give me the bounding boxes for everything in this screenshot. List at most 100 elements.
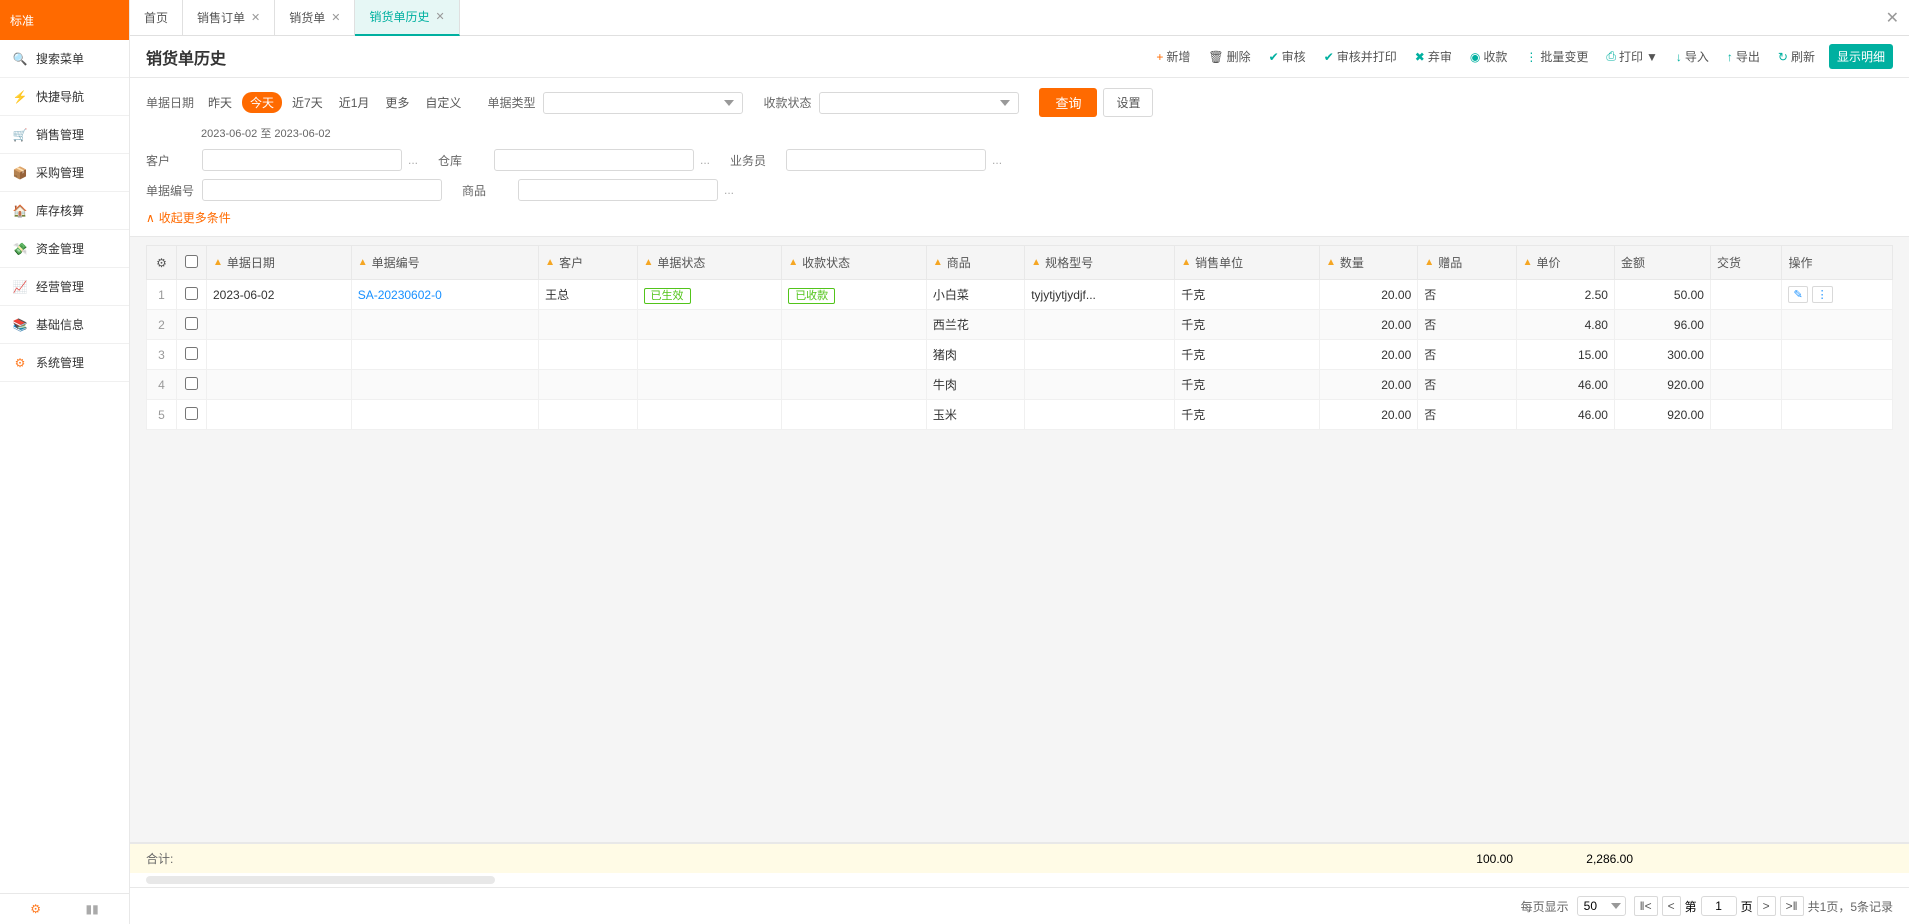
salesperson-dots[interactable]: ... [992, 153, 1002, 167]
cell-sales-unit: 千克 [1175, 370, 1320, 400]
row-checkbox[interactable] [185, 317, 198, 330]
cell-check[interactable] [177, 370, 207, 400]
customer-input[interactable] [202, 149, 402, 171]
cell-bill-no[interactable] [351, 400, 538, 430]
close-all-tabs-button[interactable]: ✕ [1886, 8, 1899, 28]
bill-no-input[interactable] [202, 179, 442, 201]
revoke-audit-button[interactable]: ✖ 弃审 [1411, 46, 1456, 67]
warehouse-dots[interactable]: ... [700, 153, 710, 167]
sidebar-item-sys-mgmt[interactable]: ⚙ 系统管理 [0, 344, 129, 382]
date-btn-more[interactable]: 更多 [379, 92, 415, 113]
batch-change-button[interactable]: ⋮ 批量变更 [1521, 46, 1592, 67]
sidebar-item-purchase-mgmt[interactable]: 📦 采购管理 [0, 154, 129, 192]
th-quantity[interactable]: ▲数量 [1319, 246, 1417, 280]
total-quantity: 100.00 [1453, 852, 1513, 866]
row-checkbox[interactable] [185, 347, 198, 360]
delete-button[interactable]: 🗑 删除 [1204, 46, 1254, 67]
row-checkbox[interactable] [185, 377, 198, 390]
cell-check[interactable] [177, 310, 207, 340]
cell-bill-no[interactable]: SA-20230602-0 [351, 280, 538, 310]
set-button[interactable]: 设置 [1103, 88, 1153, 117]
th-sales-unit[interactable]: ▲销售单位 [1175, 246, 1320, 280]
per-page-select[interactable]: 50 100 [1577, 896, 1626, 916]
export-button[interactable]: ↑ 导出 [1723, 46, 1764, 67]
cell-bill-no[interactable] [351, 340, 538, 370]
first-page-button[interactable]: ‖< [1634, 896, 1658, 916]
bill-no-link[interactable]: SA-20230602-0 [358, 288, 442, 302]
date-btn-7days[interactable]: 近7天 [286, 92, 329, 113]
customer-dots[interactable]: ... [408, 153, 418, 167]
th-customer[interactable]: ▲客户 [539, 246, 637, 280]
date-btn-1month[interactable]: 近1月 [333, 92, 376, 113]
sidebar-item-finance[interactable]: 💸 资金管理 [0, 230, 129, 268]
cell-bill-no[interactable] [351, 370, 538, 400]
cell-price: 4.80 [1516, 310, 1614, 340]
cell-product: 小白菜 [926, 280, 1024, 310]
sidebar-item-sales-mgmt[interactable]: 🛒 销售管理 [0, 116, 129, 154]
product-dots[interactable]: ... [724, 183, 734, 197]
tab-history[interactable]: 销货单历史 ✕ [355, 0, 459, 36]
tab-delivery[interactable]: 销货单 ✕ [275, 0, 355, 36]
th-spec[interactable]: ▲规格型号 [1025, 246, 1175, 280]
cell-bill-no[interactable] [351, 310, 538, 340]
sidebar-item-ops-mgmt[interactable]: 📈 经营管理 [0, 268, 129, 306]
collection-status-select[interactable] [819, 92, 1019, 114]
collection-status-badge: 已收款 [788, 288, 835, 304]
date-btn-custom[interactable]: 自定义 [419, 92, 467, 113]
refresh-button[interactable]: ↻ 刷新 [1774, 46, 1819, 67]
product-input[interactable] [518, 179, 718, 201]
scrollbar-thumb[interactable] [146, 876, 495, 884]
th-price[interactable]: ▲单价 [1516, 246, 1614, 280]
th-date[interactable]: ▲单据日期 [207, 246, 352, 280]
th-gift[interactable]: ▲赠品 [1418, 246, 1516, 280]
close-sales-order-icon[interactable]: ✕ [251, 11, 260, 24]
audit-print-button[interactable]: ✔ 审核并打印 [1320, 46, 1401, 67]
select-all-checkbox[interactable] [185, 255, 198, 268]
cell-check[interactable] [177, 400, 207, 430]
th-collection-status[interactable]: ▲收款状态 [782, 246, 927, 280]
import-button[interactable]: ↓ 导入 [1672, 46, 1713, 67]
collect-button[interactable]: ◉ 收款 [1466, 46, 1512, 67]
th-gear[interactable]: ⚙ [147, 246, 177, 280]
sidebar-settings-icon[interactable]: ⚙ [30, 902, 41, 916]
audit-button[interactable]: ✔ 审核 [1265, 46, 1310, 67]
th-bill-status[interactable]: ▲单据状态 [637, 246, 782, 280]
sidebar-item-basic-info[interactable]: 📚 基础信息 [0, 306, 129, 344]
collapse-button[interactable]: ∧ 收起更多条件 [146, 209, 1893, 226]
th-bill-no[interactable]: ▲单据编号 [351, 246, 538, 280]
row-checkbox[interactable] [185, 287, 198, 300]
th-product[interactable]: ▲商品 [926, 246, 1024, 280]
lightning-icon: ⚡ [12, 89, 28, 105]
sidebar-item-quick-nav[interactable]: ⚡ 快捷导航 [0, 78, 129, 116]
query-button[interactable]: 查询 [1039, 88, 1097, 117]
warehouse-input[interactable] [494, 149, 694, 171]
th-check[interactable] [177, 246, 207, 280]
close-history-icon[interactable]: ✕ [436, 10, 445, 23]
cell-customer: 王总 [539, 280, 637, 310]
bill-type-select[interactable] [543, 92, 743, 114]
edit-button[interactable]: ✎ [1788, 286, 1807, 303]
date-btn-today[interactable]: 今天 [242, 92, 282, 113]
last-page-button[interactable]: >‖ [1780, 896, 1804, 916]
new-button[interactable]: + 新增 [1152, 46, 1194, 67]
tab-home[interactable]: 首页 [130, 0, 183, 36]
cell-check[interactable] [177, 280, 207, 310]
more-button[interactable]: ⋮ [1812, 286, 1833, 303]
show-detail-button[interactable]: 显示明细 [1829, 44, 1893, 69]
close-delivery-icon[interactable]: ✕ [331, 11, 340, 24]
prev-page-button[interactable]: < [1662, 896, 1681, 916]
tab-sales-order[interactable]: 销售订单 ✕ [183, 0, 275, 36]
money-icon: 💸 [12, 241, 28, 257]
cell-check[interactable] [177, 340, 207, 370]
salesperson-input[interactable] [786, 149, 986, 171]
print-button[interactable]: ⎙ 打印 ▼ [1602, 46, 1662, 67]
date-btn-yesterday[interactable]: 昨天 [202, 92, 238, 113]
page-number-input[interactable] [1701, 896, 1737, 916]
row-checkbox[interactable] [185, 407, 198, 420]
collapse-label: 收起更多条件 [159, 209, 231, 226]
next-page-button[interactable]: > [1757, 896, 1776, 916]
sidebar-item-search-menu[interactable]: 🔍 搜索菜单 [0, 40, 129, 78]
sidebar-item-inventory[interactable]: 🏠 库存核算 [0, 192, 129, 230]
horizontal-scrollbar[interactable] [130, 873, 1909, 887]
sidebar-pause-icon[interactable]: ▮▮ [86, 902, 99, 916]
